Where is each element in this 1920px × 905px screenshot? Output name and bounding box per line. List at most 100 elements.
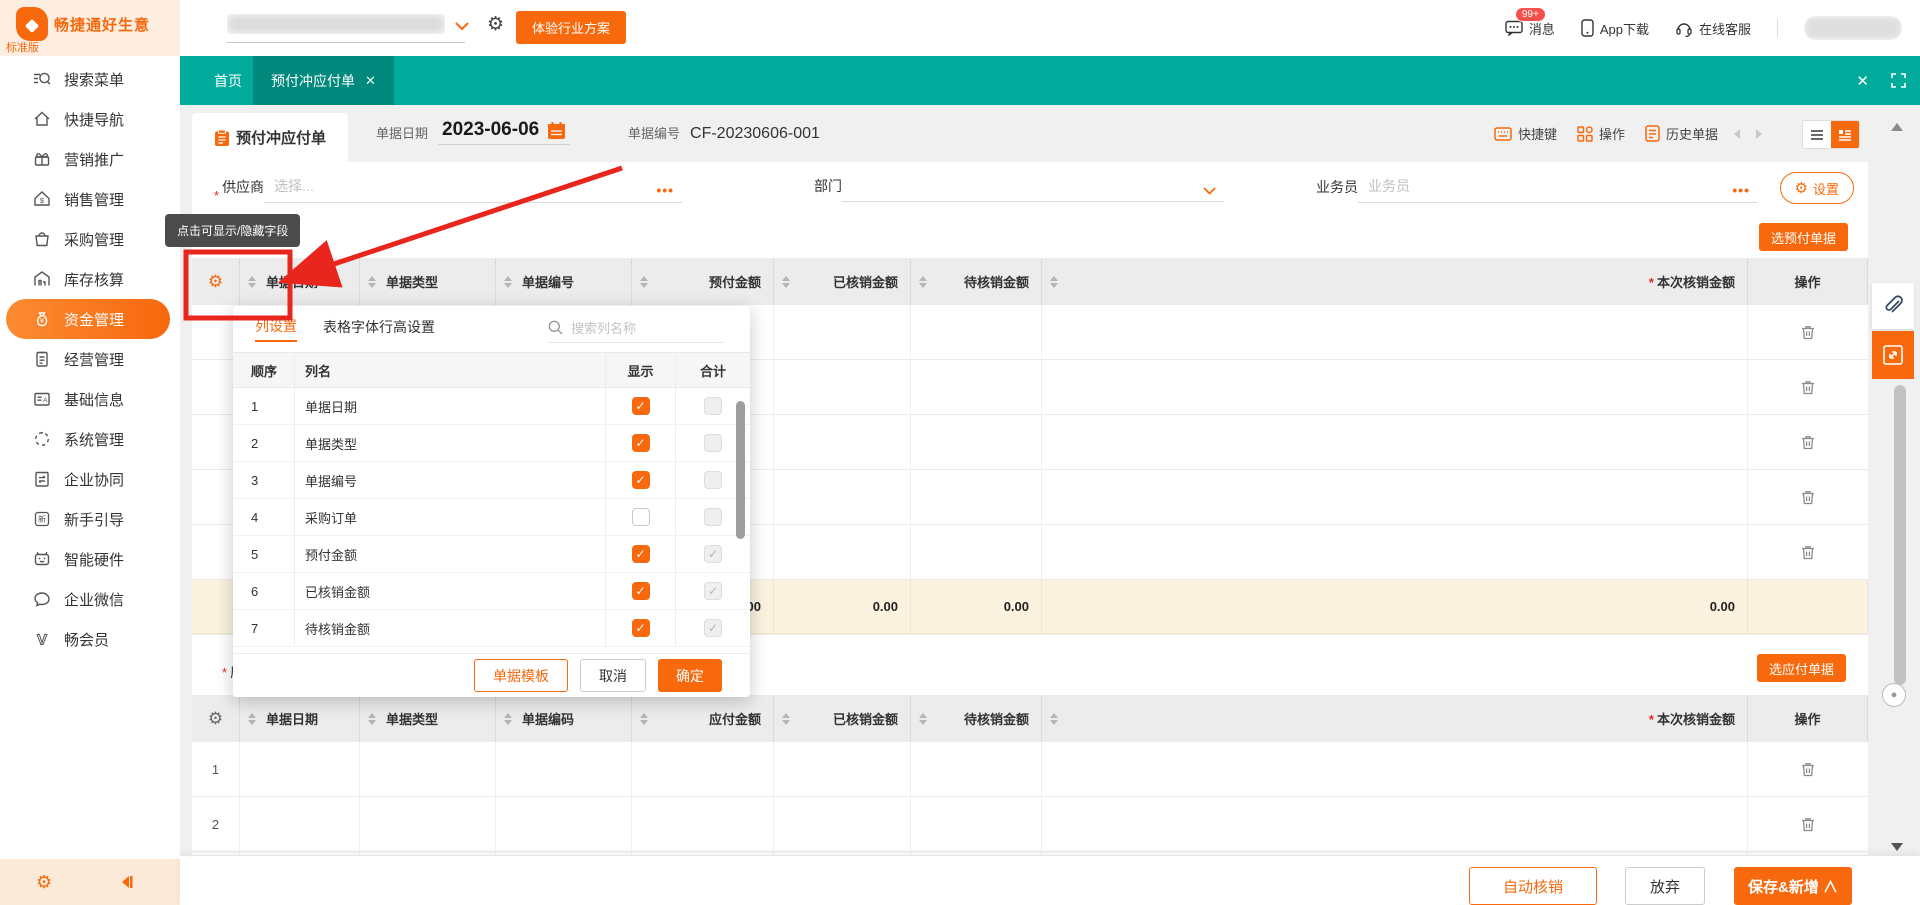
next-doc-chevron-icon[interactable] bbox=[1755, 128, 1764, 140]
sidebar-item-idcard[interactable]: A 基础信息 bbox=[6, 379, 170, 419]
sidebar-collapse-icon[interactable] bbox=[114, 874, 134, 890]
save-and-new-button[interactable]: 保存&新增 ∧ bbox=[1734, 867, 1852, 905]
fullscreen-icon[interactable] bbox=[1891, 73, 1906, 88]
show-checkbox[interactable]: ✓ bbox=[631, 545, 650, 563]
sort-icon[interactable] bbox=[782, 275, 790, 288]
sidebar-item-gift[interactable]: 营销推广 bbox=[6, 139, 170, 179]
sidebar-item-system[interactable]: 系统管理 bbox=[6, 419, 170, 459]
account-chevron-down-icon[interactable] bbox=[455, 22, 469, 31]
sidebar-item-wechat[interactable]: 企业微信 bbox=[6, 579, 170, 619]
page-scrollbar-thumb[interactable] bbox=[1894, 385, 1906, 685]
popup-tab-font[interactable]: 表格字体行高设置 bbox=[323, 317, 435, 341]
supplier-picker-ellipsis[interactable]: ••• bbox=[656, 182, 674, 198]
list-view-toggle[interactable] bbox=[1803, 121, 1831, 148]
sort-icon[interactable] bbox=[1050, 712, 1058, 725]
expand-button[interactable] bbox=[1872, 331, 1914, 379]
sort-icon[interactable] bbox=[368, 712, 376, 725]
account-name-redacted[interactable] bbox=[227, 14, 445, 34]
messages-button[interactable]: 99+ 消息 bbox=[1505, 6, 1555, 38]
trash-icon[interactable] bbox=[1800, 379, 1816, 396]
select-payable-docs-button[interactable]: 选应付单据 bbox=[1756, 654, 1846, 682]
sort-icon[interactable] bbox=[1050, 275, 1058, 288]
doc-template-button[interactable]: 单据模板 bbox=[474, 659, 568, 692]
sidebar-item-warehouse[interactable]: 库存核算 bbox=[6, 259, 170, 299]
sidebar-item-purchase[interactable]: 采购管理 bbox=[6, 219, 170, 259]
trash-icon[interactable] bbox=[1800, 816, 1816, 833]
app-download-button[interactable]: App下载 bbox=[1581, 19, 1649, 38]
sort-icon[interactable] bbox=[368, 275, 376, 288]
clerk-select-field[interactable]: 业务员 ••• bbox=[1358, 176, 1758, 203]
sort-icon[interactable] bbox=[504, 712, 512, 725]
sort-icon[interactable] bbox=[640, 712, 648, 725]
close-all-tabs-icon[interactable]: ✕ bbox=[1856, 72, 1869, 90]
sort-icon[interactable] bbox=[782, 712, 790, 725]
show-checkbox[interactable]: ✓ bbox=[631, 397, 650, 415]
sort-icon[interactable] bbox=[919, 712, 927, 725]
sidebar-item-hardware[interactable]: 智能硬件 bbox=[6, 539, 170, 579]
attachment-button[interactable] bbox=[1872, 283, 1914, 329]
sort-icon[interactable] bbox=[248, 275, 256, 288]
popup-scrollbar-thumb[interactable] bbox=[736, 401, 745, 539]
user-name-redacted[interactable] bbox=[1804, 16, 1902, 40]
show-checkbox[interactable]: ✓ bbox=[631, 619, 650, 637]
show-checkbox[interactable]: ✓ bbox=[631, 434, 650, 452]
popup-search-field[interactable]: 搜索列名称 bbox=[548, 318, 724, 343]
auto-writeoff-button[interactable]: 自动核销 bbox=[1469, 867, 1597, 905]
sort-icon[interactable] bbox=[640, 275, 648, 288]
sidebar-item-sales[interactable]: $ 销售管理 bbox=[6, 179, 170, 219]
trash-icon[interactable] bbox=[1800, 544, 1816, 561]
industry-solution-button[interactable]: 体验行业方案 bbox=[516, 11, 627, 44]
prev-doc-chevron-icon[interactable] bbox=[1732, 128, 1741, 140]
payable-column-gear-icon[interactable]: ⚙ bbox=[208, 710, 223, 727]
tab-prepay-writeoff[interactable]: 预付冲应付单 ✕ bbox=[253, 56, 394, 105]
actions-button[interactable]: 操作 bbox=[1577, 124, 1625, 143]
float-help-button[interactable]: ● bbox=[1882, 683, 1906, 707]
sidebar-item-money[interactable]: ¥ 资金管理 bbox=[6, 299, 170, 339]
sidebar-item-collab[interactable]: 企业协同 bbox=[6, 459, 170, 499]
detail-view-toggle[interactable] bbox=[1831, 121, 1859, 148]
dept-chevron-down-icon[interactable] bbox=[1203, 187, 1216, 195]
confirm-button[interactable]: 确定 bbox=[658, 659, 722, 692]
hotkeys-button[interactable]: 快捷键 bbox=[1494, 124, 1557, 143]
show-checkbox[interactable] bbox=[631, 508, 650, 526]
total-checkbox[interactable] bbox=[704, 434, 722, 452]
dept-select-field[interactable] bbox=[842, 179, 1224, 202]
scroll-up-arrow[interactable] bbox=[1891, 123, 1903, 131]
date-value-field[interactable]: 2023-06-06 bbox=[438, 119, 571, 145]
total-checkbox[interactable] bbox=[704, 471, 722, 489]
sidebar-item-home[interactable]: 快捷导航 bbox=[6, 99, 170, 139]
scroll-down-arrow[interactable] bbox=[1891, 843, 1903, 851]
cancel-button[interactable]: 取消 bbox=[580, 659, 646, 692]
sort-icon[interactable] bbox=[504, 275, 512, 288]
tab-home[interactable]: 首页 bbox=[196, 56, 260, 105]
discard-button[interactable]: 放弃 bbox=[1625, 867, 1705, 905]
online-support-button[interactable]: 在线客服 bbox=[1675, 19, 1751, 38]
settings-gear-icon[interactable]: ⚙ bbox=[487, 15, 504, 34]
sidebar-item-member[interactable]: V 畅会员 bbox=[6, 619, 170, 659]
prepay-column-gear-icon[interactable]: ⚙ bbox=[208, 273, 223, 290]
total-checkbox[interactable] bbox=[704, 397, 722, 415]
trash-icon[interactable] bbox=[1800, 761, 1816, 778]
history-button[interactable]: 历史单据 bbox=[1645, 124, 1718, 143]
sidebar-item-mgmt[interactable]: 经营管理 bbox=[6, 339, 170, 379]
total-checkbox[interactable]: ✓ bbox=[704, 582, 722, 600]
trash-icon[interactable] bbox=[1800, 489, 1816, 506]
tab-close-icon[interactable]: ✕ bbox=[365, 73, 376, 89]
total-checkbox[interactable] bbox=[704, 508, 722, 526]
clerk-picker-ellipsis[interactable]: ••• bbox=[1732, 182, 1750, 198]
supplier-select-field[interactable]: 选择... ••• bbox=[264, 176, 683, 203]
sidebar-settings-gear-icon[interactable]: ⚙ bbox=[36, 872, 52, 893]
sort-icon[interactable] bbox=[248, 712, 256, 725]
trash-icon[interactable] bbox=[1800, 324, 1816, 341]
sidebar-item-search[interactable]: 搜索菜单 bbox=[6, 59, 170, 99]
trash-icon[interactable] bbox=[1800, 434, 1816, 451]
total-checkbox[interactable]: ✓ bbox=[704, 545, 722, 563]
popup-tab-columns[interactable]: 列设置 bbox=[255, 316, 297, 342]
show-checkbox[interactable]: ✓ bbox=[631, 582, 650, 600]
select-prepay-docs-button[interactable]: 选预付单据 bbox=[1758, 223, 1848, 251]
field-settings-button[interactable]: ⚙ 设置 bbox=[1779, 172, 1854, 204]
sort-icon[interactable] bbox=[919, 275, 927, 288]
total-checkbox[interactable]: ✓ bbox=[704, 619, 722, 637]
sidebar-item-guide[interactable]: 新 新手引导 bbox=[6, 499, 170, 539]
show-checkbox[interactable]: ✓ bbox=[631, 471, 650, 489]
